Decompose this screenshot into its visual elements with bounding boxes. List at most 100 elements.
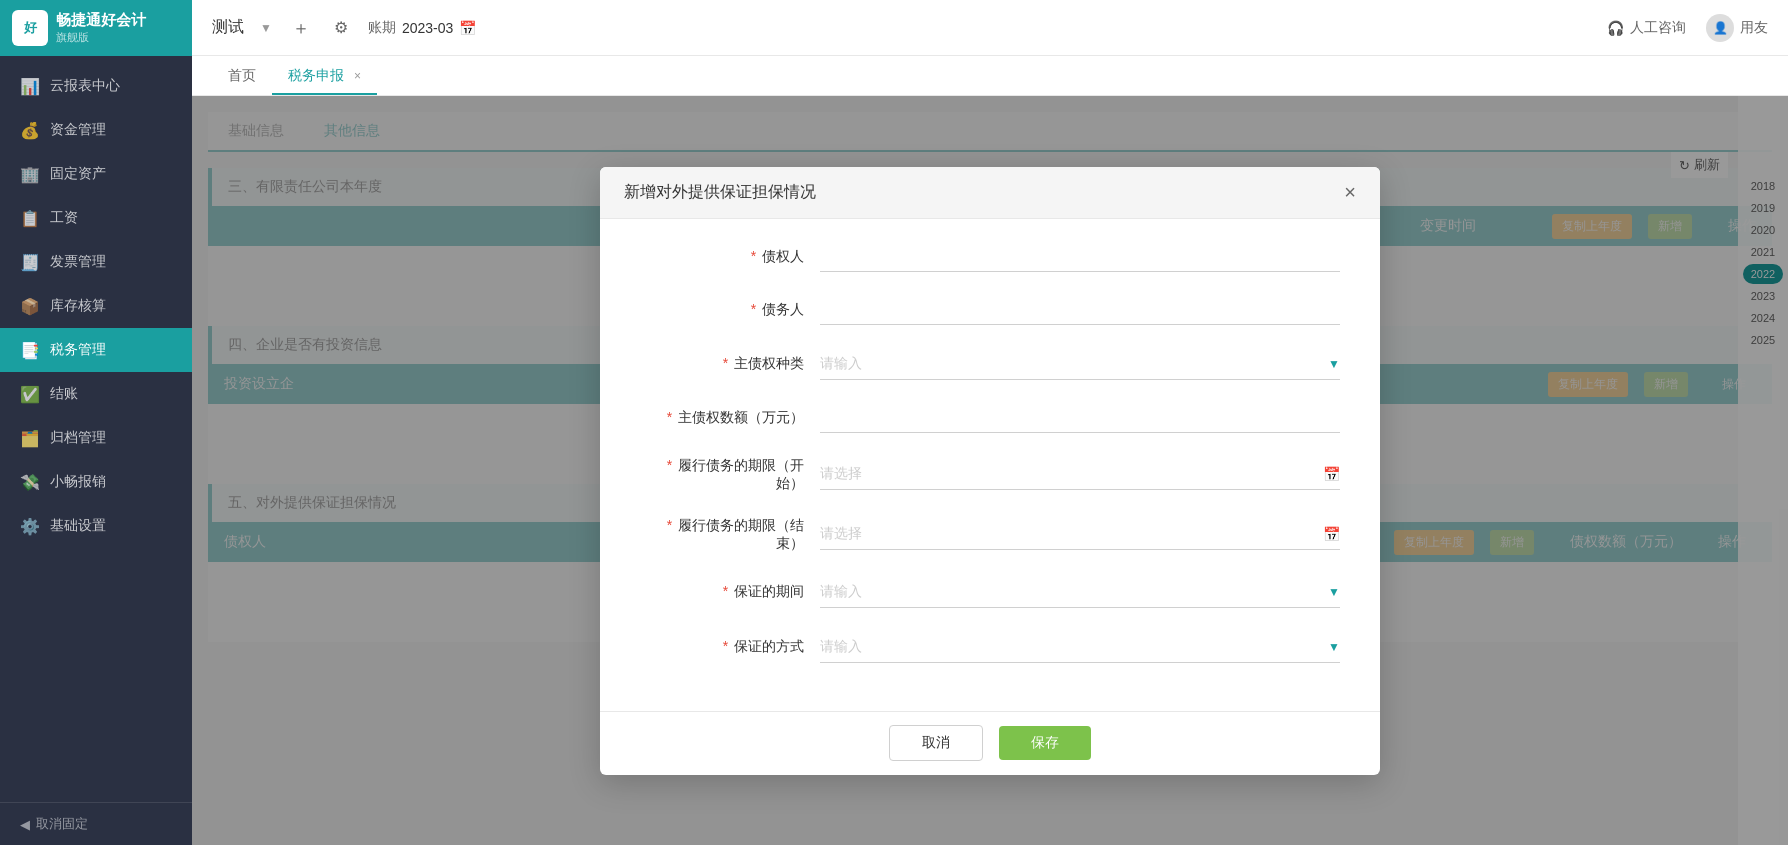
period-selector: 账期 2023-03 📅	[368, 19, 476, 37]
period-end-placeholder: 请选择	[820, 525, 862, 543]
debtor-label: * 债务人	[640, 301, 820, 319]
creditor-input[interactable]	[820, 243, 1340, 272]
gongzi-icon: 📋	[20, 208, 40, 228]
form-row-debt-amount: * 主债权数额（万元）	[640, 404, 1340, 433]
form-row-guarantee-method: * 保证的方式 请输入 ▼	[640, 632, 1340, 663]
user-menu[interactable]: 👤 用友	[1706, 14, 1768, 42]
modal-header: 新增对外提供保证担保情况 ×	[600, 167, 1380, 219]
debtor-field	[820, 296, 1340, 325]
period-end-picker[interactable]: 请选择 📅	[820, 519, 1340, 550]
debt-type-placeholder: 请输入	[820, 355, 862, 373]
zijin-label: 资金管理	[50, 121, 106, 139]
form-row-period-end: * 履行债务的期限（结束） 请选择 📅	[640, 517, 1340, 553]
sidebar-item-fapiao[interactable]: 🧾 发票管理	[0, 240, 192, 284]
sidebar-item-jichushezhi[interactable]: ⚙️ 基础设置	[0, 504, 192, 548]
chevron-down-guarantee-icon: ▼	[1328, 585, 1340, 599]
modal-overlay: 新增对外提供保证担保情况 × * 债权人	[192, 96, 1788, 845]
form-row-period-start: * 履行债务的期限（开始） 请选择 📅	[640, 457, 1340, 493]
gudingzichan-icon: 🏢	[20, 164, 40, 184]
sidebar-item-kucun[interactable]: 📦 库存核算	[0, 284, 192, 328]
avatar: 👤	[1706, 14, 1734, 42]
guarantee-period-field: 请输入 ▼	[820, 577, 1340, 608]
guidang-label: 归档管理	[50, 429, 106, 447]
jiezhang-label: 结账	[50, 385, 78, 403]
period-start-placeholder: 请选择	[820, 465, 862, 483]
debt-amount-input[interactable]	[820, 404, 1340, 433]
add-icon[interactable]: ＋	[288, 12, 314, 44]
chevron-down-icon: ▼	[1328, 357, 1340, 371]
shuiwu-label: 税务管理	[50, 341, 106, 359]
period-start-field: 请选择 📅	[820, 459, 1340, 490]
guarantee-method-placeholder: 请输入	[820, 638, 862, 656]
sidebar-item-zijin[interactable]: 💰 资金管理	[0, 108, 192, 152]
guarantee-period-label: * 保证的期间	[640, 583, 820, 601]
debtor-input[interactable]	[820, 296, 1340, 325]
guarantee-method-select[interactable]: 请输入 ▼	[820, 632, 1340, 663]
form-row-debt-type: * 主债权种类 请输入 ▼	[640, 349, 1340, 380]
main-area: 测试 ▼ ＋ ⚙ 账期 2023-03 📅 🎧 人工咨询 👤 用友	[192, 0, 1788, 845]
period-label: 账期	[368, 19, 396, 37]
modal-close-button[interactable]: ×	[1344, 182, 1356, 202]
guarantee-method-field: 请输入 ▼	[820, 632, 1340, 663]
creditor-field	[820, 243, 1340, 272]
support-button[interactable]: 🎧 人工咨询	[1607, 19, 1686, 37]
jichushezhi-label: 基础设置	[50, 517, 106, 535]
yunbaobiao-label: 云报表中心	[50, 77, 120, 95]
calendar-start-icon: 📅	[1323, 466, 1340, 482]
logo-icon: 好	[12, 10, 48, 46]
page-content: 基础信息 其他信息 三、有限责任公司本年度 变更时间 复制上年度 新增 操作	[192, 96, 1788, 845]
logo-title: 畅捷通好会计	[56, 11, 146, 30]
chevron-down-method-icon: ▼	[1328, 640, 1340, 654]
jiezhang-icon: ✅	[20, 384, 40, 404]
tab-close-icon[interactable]: ×	[354, 69, 361, 83]
guarantee-period-placeholder: 请输入	[820, 583, 862, 601]
save-button[interactable]: 保存	[999, 726, 1091, 760]
form-row-debtor: * 债务人	[640, 296, 1340, 325]
tab-shuiwushenb[interactable]: 税务申报 ×	[272, 59, 377, 95]
debt-amount-label: * 主债权数额（万元）	[640, 409, 820, 427]
chevron-down-icon[interactable]: ▼	[260, 21, 272, 35]
sidebar-item-jiezhang[interactable]: ✅ 结账	[0, 372, 192, 416]
xiaochangbaoxiao-icon: 💸	[20, 472, 40, 492]
zijin-icon: 💰	[20, 120, 40, 140]
sidebar: 好 畅捷通好会计 旗舰版 📊 云报表中心 💰 资金管理 🏢 固定资产 📋 工资	[0, 0, 192, 845]
tab-home[interactable]: 首页	[212, 59, 272, 95]
modal-body: * 债权人 * 债务人	[600, 219, 1380, 711]
sidebar-item-guidang[interactable]: 🗂️ 归档管理	[0, 416, 192, 460]
debt-type-field: 请输入 ▼	[820, 349, 1340, 380]
guarantee-period-select[interactable]: 请输入 ▼	[820, 577, 1340, 608]
debt-type-select[interactable]: 请输入 ▼	[820, 349, 1340, 380]
sidebar-footer[interactable]: ◀ 取消固定	[0, 802, 192, 845]
sidebar-item-gudingzichan[interactable]: 🏢 固定资产	[0, 152, 192, 196]
sidebar-item-gongzi[interactable]: 📋 工资	[0, 196, 192, 240]
sidebar-item-shuiwu[interactable]: 📑 税务管理	[0, 328, 192, 372]
period-start-picker[interactable]: 请选择 📅	[820, 459, 1340, 490]
headset-icon: 🎧	[1607, 20, 1624, 36]
logo-label: 畅捷通好会计 旗舰版	[56, 11, 146, 45]
cancel-fixed-label: 取消固定	[36, 815, 88, 833]
sidebar-logo[interactable]: 好 畅捷通好会计 旗舰版	[0, 0, 192, 56]
fapiao-label: 发票管理	[50, 253, 106, 271]
sidebar-item-xiaochangbaoxiao[interactable]: 💸 小畅报销	[0, 460, 192, 504]
cancel-button[interactable]: 取消	[889, 725, 983, 761]
gongzi-label: 工资	[50, 209, 78, 227]
period-end-label: * 履行债务的期限（结束）	[640, 517, 820, 553]
calendar-icon[interactable]: 📅	[459, 20, 476, 36]
sidebar-nav: 📊 云报表中心 💰 资金管理 🏢 固定资产 📋 工资 🧾 发票管理 📦	[0, 56, 192, 802]
guarantee-method-label: * 保证的方式	[640, 638, 820, 656]
debt-amount-field	[820, 404, 1340, 433]
gudingzichan-label: 固定资产	[50, 165, 106, 183]
sidebar-item-yunbaobiao[interactable]: 📊 云报表中心	[0, 64, 192, 108]
xiaochangbaoxiao-label: 小畅报销	[50, 473, 106, 491]
shuiwu-icon: 📑	[20, 340, 40, 360]
logo-edition: 旗舰版	[56, 30, 146, 45]
support-label: 人工咨询	[1630, 19, 1686, 37]
period-value: 2023-03	[402, 20, 453, 36]
modal-title: 新增对外提供保证担保情况	[624, 182, 816, 203]
cancel-fixed-icon: ◀	[20, 817, 30, 832]
form-row-creditor: * 债权人	[640, 243, 1340, 272]
period-end-field: 请选择 📅	[820, 519, 1340, 550]
fapiao-icon: 🧾	[20, 252, 40, 272]
settings-icon[interactable]: ⚙	[330, 14, 352, 41]
jichushezhi-icon: ⚙️	[20, 516, 40, 536]
